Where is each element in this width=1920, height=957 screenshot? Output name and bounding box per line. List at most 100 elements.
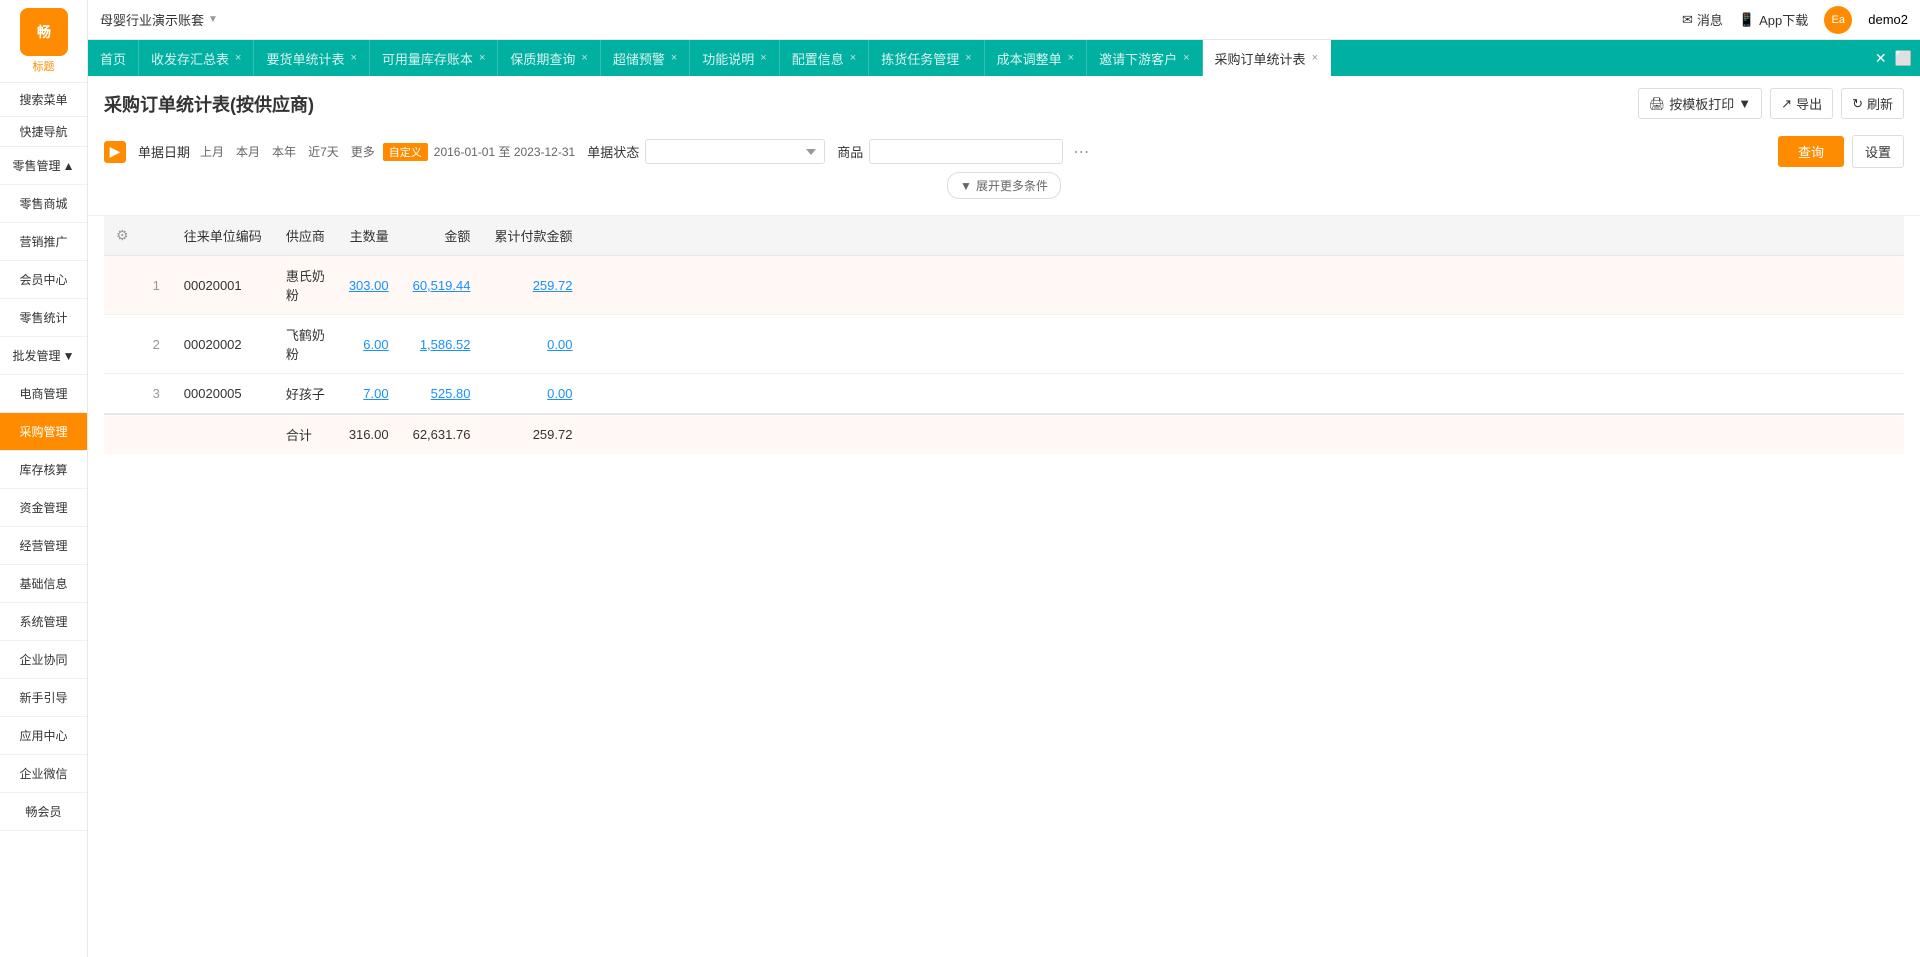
sidebar-item-finance[interactable]: 资金管理	[0, 489, 87, 527]
date-shortcut-7days[interactable]: 近7天	[304, 141, 343, 162]
sidebar-item-app-center[interactable]: 应用中心	[0, 717, 87, 755]
tab-close-icon[interactable]: ×	[760, 52, 766, 64]
table-row: 3 00020005 好孩子 7.00 525.80 0.00	[104, 374, 1904, 415]
tab-receive-summary[interactable]: 收发存汇总表 ×	[139, 40, 254, 76]
filter-goods-more-icon[interactable]: ⋯	[1073, 142, 1089, 162]
print-button[interactable]: 🖨 按模板打印 ▼	[1638, 88, 1762, 119]
tab-close-icon[interactable]: ×	[1068, 52, 1074, 64]
tab-order-summary[interactable]: 要货单统计表 ×	[254, 40, 369, 76]
avatar[interactable]: Ea	[1824, 6, 1852, 34]
app-download-button[interactable]: 📱 App下载	[1739, 10, 1808, 29]
sidebar-item-purchase[interactable]: 采购管理	[0, 413, 87, 451]
tab-maximize-icon[interactable]: ⬜	[1895, 50, 1912, 67]
sidebar-item-wechat[interactable]: 企业微信	[0, 755, 87, 793]
date-shortcut-more[interactable]: 更多	[347, 141, 379, 162]
filter-date-field: 单据日期 上月 本月 本年 近7天 更多 自定义 2016-01-01 至 20…	[138, 141, 575, 162]
row-qty-1[interactable]: 303.00	[337, 256, 401, 315]
sidebar-item-ops[interactable]: 经营管理	[0, 527, 87, 565]
tab-pick-task[interactable]: 拣货任务管理 ×	[869, 40, 984, 76]
filter-date-label: 单据日期	[138, 142, 190, 161]
refresh-button[interactable]: ↻ 刷新	[1841, 88, 1904, 119]
sidebar-item-enterprise[interactable]: 企业协同	[0, 641, 87, 679]
settings-button[interactable]: 设置	[1852, 135, 1904, 168]
sidebar-item-member[interactable]: 会员中心	[0, 261, 87, 299]
top-bar: 母婴行业演示账套 ▼ ✉ 消息 📱 App下载 Ea demo2	[88, 0, 1920, 40]
sidebar-item-retail[interactable]: 零售管理 ▲	[0, 147, 87, 185]
row-qty-2[interactable]: 6.00	[337, 315, 401, 374]
message-icon: ✉	[1682, 12, 1693, 28]
message-button[interactable]: ✉ 消息	[1682, 10, 1723, 29]
tab-overstock[interactable]: 超储预警 ×	[601, 40, 690, 76]
sidebar-item-quick-nav[interactable]: 快捷导航	[0, 117, 87, 147]
sidebar-item-ecommerce[interactable]: 电商管理	[0, 375, 87, 413]
svg-text:畅: 畅	[37, 24, 51, 40]
main-area: 母婴行业演示账套 ▼ ✉ 消息 📱 App下载 Ea demo2 首页 收发存汇…	[88, 0, 1920, 957]
date-shortcut-this-year[interactable]: 本年	[268, 141, 300, 162]
sidebar-item-retail-stats[interactable]: 零售统计	[0, 299, 87, 337]
tab-close-icon[interactable]: ×	[671, 52, 677, 64]
tab-close-icon[interactable]: ×	[581, 52, 587, 64]
tab-close-icon[interactable]: ×	[479, 52, 485, 64]
sidebar-retail-label: 零售管理	[13, 157, 61, 174]
tab-cost-adjust[interactable]: 成本调整单 ×	[985, 40, 1087, 76]
tab-close-icon[interactable]: ×	[350, 52, 356, 64]
page-content: 采购订单统计表(按供应商) 🖨 按模板打印 ▼ ↗ 导出 ↻ 刷新	[88, 76, 1920, 957]
table-header-settings[interactable]: ⚙	[104, 216, 141, 256]
tab-close-icon[interactable]: ×	[850, 52, 856, 64]
tab-available-inventory[interactable]: 可用量库存账本 ×	[370, 40, 498, 76]
tab-invite-downstream[interactable]: 邀请下游客户 ×	[1087, 40, 1202, 76]
print-icon: 🖨	[1649, 96, 1666, 112]
sidebar-item-system[interactable]: 系统管理	[0, 603, 87, 641]
filter-status-select[interactable]	[645, 139, 825, 164]
table-gear-icon[interactable]: ⚙	[116, 227, 129, 243]
row-qty-3[interactable]: 7.00	[337, 374, 401, 415]
tab-shelf-life[interactable]: 保质期查询 ×	[498, 40, 600, 76]
top-bar-right: ✉ 消息 📱 App下载 Ea demo2	[1682, 6, 1908, 34]
sidebar-item-vip[interactable]: 畅会员	[0, 793, 87, 831]
tab-purchase-summary[interactable]: 采购订单统计表 ×	[1203, 40, 1331, 76]
sidebar-item-wholesale[interactable]: 批发管理 ▼	[0, 337, 87, 375]
date-shortcut-this-month[interactable]: 本月	[232, 141, 264, 162]
export-button[interactable]: ↗ 导出	[1770, 88, 1833, 119]
sidebar-item-newbie[interactable]: 新手引导	[0, 679, 87, 717]
tab-close-icon[interactable]: ×	[1312, 52, 1318, 64]
tab-close-icon[interactable]: ×	[235, 52, 241, 64]
row-paid-3[interactable]: 0.00	[482, 374, 584, 415]
sidebar-item-inventory[interactable]: 库存核算	[0, 451, 87, 489]
tab-config-info[interactable]: 配置信息 ×	[780, 40, 869, 76]
data-table: ⚙ 往来单位编码 供应商 主数量 金额 累计付款金额	[104, 216, 1904, 454]
date-range-display: 2016-01-01 至 2023-12-31	[434, 143, 575, 160]
row-amount-2[interactable]: 1,586.52	[401, 315, 483, 374]
date-shortcut-last-month[interactable]: 上月	[196, 141, 228, 162]
export-label: 导出	[1796, 94, 1822, 113]
filter-goods-input[interactable]	[869, 139, 1063, 164]
tab-close-icon[interactable]: ×	[965, 52, 971, 64]
row-amount-1[interactable]: 60,519.44	[401, 256, 483, 315]
date-shortcuts: 上月 本月 本年 近7天 更多 自定义	[196, 141, 428, 162]
tab-close-all-icon[interactable]: ✕	[1875, 50, 1887, 67]
filter-toggle-button[interactable]: ▶	[104, 141, 126, 163]
app-download-icon: 📱	[1739, 12, 1755, 28]
workspace-selector[interactable]: 母婴行业演示账套 ▼	[100, 10, 218, 29]
tab-close-icon[interactable]: ×	[1183, 52, 1189, 64]
app-download-label: App下载	[1759, 10, 1808, 29]
row-paid-1[interactable]: 259.72	[482, 256, 584, 315]
sidebar-item-basic[interactable]: 基础信息	[0, 565, 87, 603]
footer-paid: 259.72	[482, 414, 584, 454]
expand-more-button[interactable]: ▼ 展开更多条件	[947, 172, 1061, 199]
sidebar-item-search[interactable]: 搜索菜单	[0, 83, 87, 117]
tab-home[interactable]: 首页	[88, 40, 139, 76]
row-paid-2[interactable]: 0.00	[482, 315, 584, 374]
footer-amount: 62,631.76	[401, 414, 483, 454]
tab-function-desc[interactable]: 功能说明 ×	[690, 40, 779, 76]
expand-icon: ▼	[960, 179, 972, 193]
query-button[interactable]: 查询	[1778, 136, 1844, 167]
logo-text: 标题	[33, 58, 55, 74]
tab-purchase-summary-label: 采购订单统计表	[1215, 49, 1306, 68]
page-header: 采购订单统计表(按供应商) 🖨 按模板打印 ▼ ↗ 导出 ↻ 刷新	[88, 76, 1920, 127]
tab-available-inventory-label: 可用量库存账本	[382, 49, 473, 68]
date-custom-badge[interactable]: 自定义	[383, 143, 428, 161]
row-amount-3[interactable]: 525.80	[401, 374, 483, 415]
sidebar-item-retail-mall[interactable]: 零售商城	[0, 185, 87, 223]
sidebar-item-marketing[interactable]: 营销推广	[0, 223, 87, 261]
